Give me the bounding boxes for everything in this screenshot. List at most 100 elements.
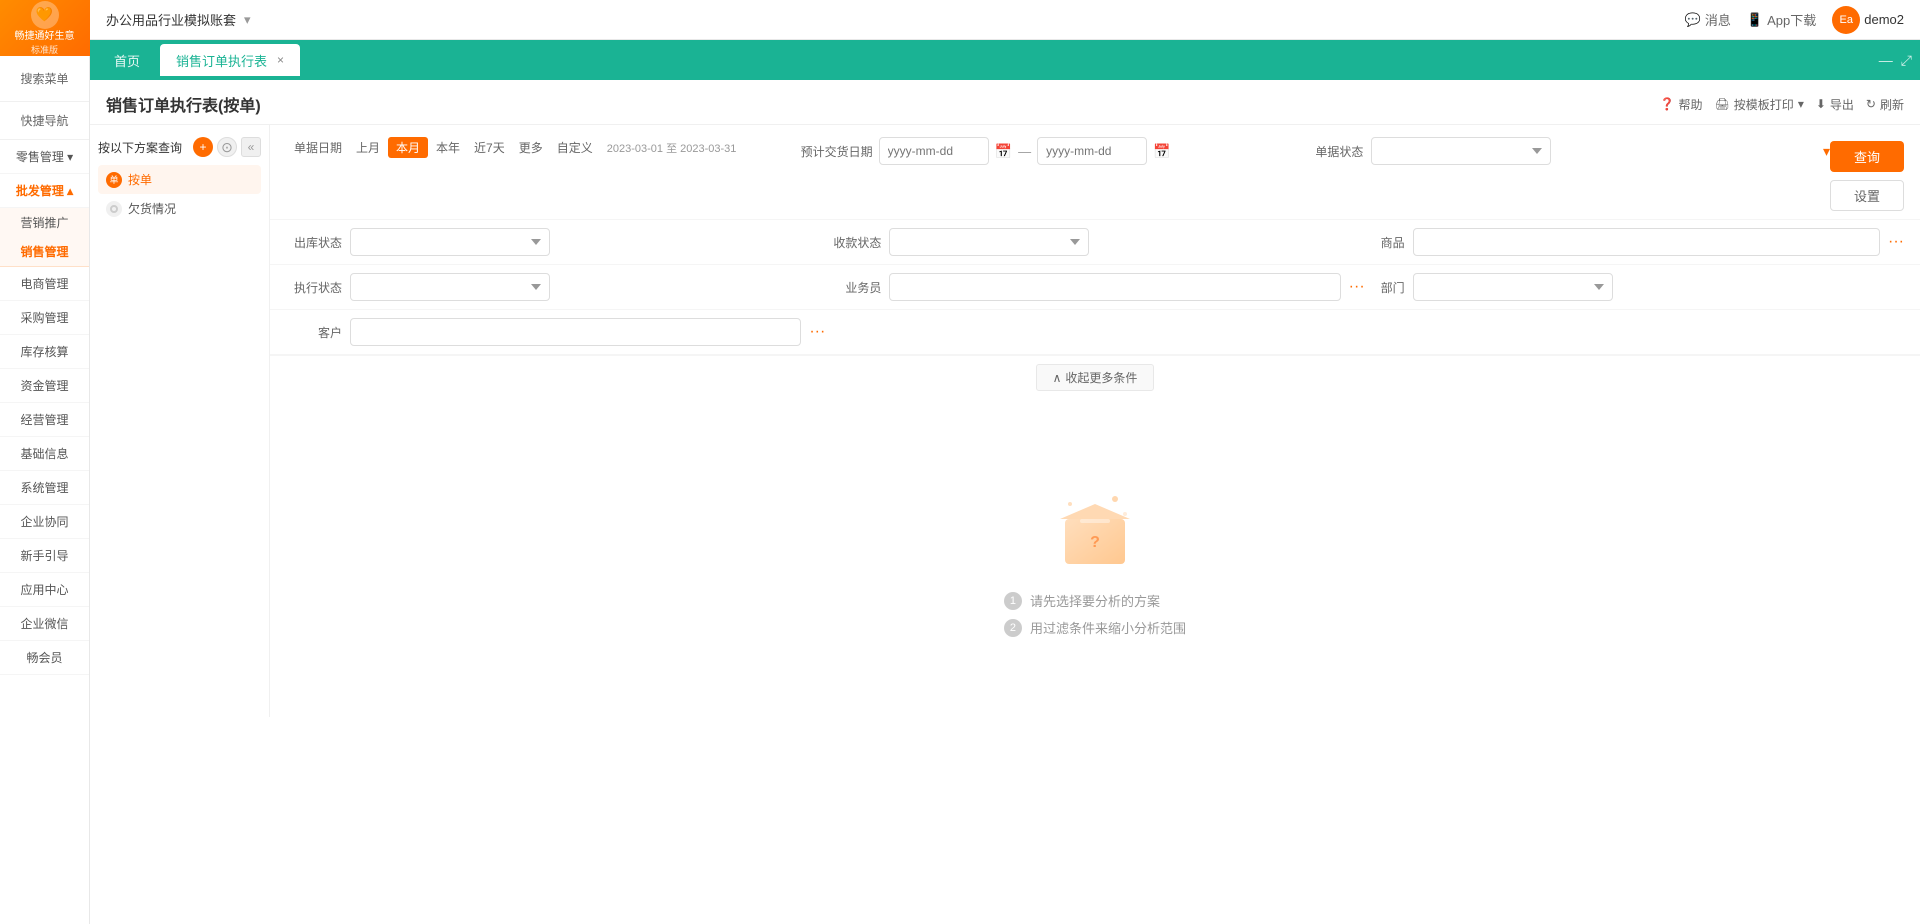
sidebar-item-finance[interactable]: 资金管理	[0, 369, 89, 403]
tab-home[interactable]: 首页	[98, 44, 156, 76]
collapse-sidebar-btn[interactable]: «	[241, 137, 261, 157]
date-quick-buttons: 上月 本月 本年 近7天 更多 自定义	[350, 137, 599, 158]
collapse-more-btn[interactable]: ∧ 收起更多条件	[1036, 364, 1155, 391]
query-btn[interactable]: 查询	[1830, 141, 1904, 172]
plan-item-by-order[interactable]: 单 按单	[98, 165, 261, 194]
topbar-message-btn[interactable]: 💬 消息	[1685, 10, 1731, 29]
topbar-left: 办公用品行业模拟账套 ▾	[106, 10, 251, 29]
sidebar-item-appcenter[interactable]: 应用中心	[0, 573, 89, 607]
print-icon: 🖨	[1715, 97, 1730, 111]
filter-row-1: 单据日期 上月 本月 本年 近7天 更多 自定义 2023-03-01 至 20…	[270, 125, 1920, 220]
topbar-appdownload-btn[interactable]: 📱 App下载	[1747, 10, 1816, 29]
last7days-btn[interactable]: 近7天	[468, 137, 511, 158]
plan-item-shortage[interactable]: 欠货情况	[98, 194, 261, 223]
exec-status-select[interactable]	[350, 273, 550, 301]
export-btn[interactable]: ⬇ 导出	[1816, 96, 1854, 113]
sidebar-item-wechat[interactable]: 企业微信	[0, 607, 89, 641]
tip-num-2: 2	[1004, 619, 1022, 637]
help-btn[interactable]: ❓ 帮助	[1660, 96, 1703, 113]
sidebar-item-operations[interactable]: 经营管理	[0, 403, 89, 437]
out-status-select[interactable]	[350, 228, 550, 256]
tab-home-label: 首页	[114, 51, 140, 70]
help-icon: ❓	[1660, 97, 1675, 111]
current-month-btn[interactable]: 本月	[388, 137, 428, 158]
copy-plan-btn[interactable]: ⊙	[217, 137, 237, 157]
filter-sidebar-header: 按以下方案查询 + ⊙ «	[98, 137, 261, 157]
date-calendar-icon-1[interactable]: 📅	[995, 143, 1012, 160]
customer-input[interactable]	[350, 318, 801, 346]
sidebar-search-section: 搜索菜单	[0, 56, 89, 102]
doc-status-select[interactable]	[1371, 137, 1551, 165]
sidebar-item-basics[interactable]: 基础信息	[0, 437, 89, 471]
empty-state: ? 1 请先选择要分析的方案 2 用过滤条件来缩小分析范围	[270, 399, 1920, 717]
more-date-btn[interactable]: 更多	[513, 137, 549, 158]
settings-btn[interactable]: 设置	[1830, 180, 1904, 211]
goods-more-icon[interactable]: ···	[1888, 233, 1904, 251]
plan-label-shortage: 欠货情况	[128, 200, 176, 217]
user-avatar: Ea	[1832, 6, 1860, 34]
sidebar-item-retail[interactable]: 零售管理 ▾	[0, 140, 89, 174]
date-calendar-icon-2[interactable]: 📅	[1153, 143, 1170, 160]
filter-department-field: 部门	[1365, 273, 1904, 301]
expected-date-start-input[interactable]	[879, 137, 989, 165]
export-icon: ⬇	[1816, 97, 1826, 111]
print-btn[interactable]: 🖨 按模板打印 ▾	[1715, 96, 1804, 113]
tab-sales-exec[interactable]: 销售订单执行表 ×	[160, 44, 300, 76]
empty-illustration: ?	[1045, 479, 1145, 579]
tab-minimize-btn[interactable]: —	[1879, 52, 1893, 68]
salesperson-input[interactable]	[889, 273, 1340, 301]
tab-maximize-btn[interactable]: ⤢	[1901, 52, 1912, 69]
sidebar-item-enterprise[interactable]: 企业协同	[0, 505, 89, 539]
sidebar-item-inventory[interactable]: 库存核算	[0, 335, 89, 369]
current-year-btn[interactable]: 本年	[430, 137, 466, 158]
app-logo[interactable]: 🧡 畅捷通好生意 标准版	[0, 0, 90, 56]
refresh-icon: ↻	[1866, 97, 1876, 111]
sidebar-quicknav-label[interactable]: 快捷导航	[0, 106, 89, 135]
goods-input[interactable]	[1413, 228, 1880, 256]
page-actions: ❓ 帮助 🖨 按模板打印 ▾ ⬇ 导出 ↻ 刷新	[1660, 96, 1904, 113]
tab-close-icon[interactable]: ×	[277, 53, 284, 67]
expected-date-end-input[interactable]	[1037, 137, 1147, 165]
last-month-btn[interactable]: 上月	[350, 137, 386, 158]
filter-row-2: 出库状态 收款状态	[270, 220, 1920, 265]
topbar-user[interactable]: Ea demo2	[1832, 6, 1904, 34]
filter-execstatus-field: 执行状态	[286, 273, 825, 301]
sidebar-item-sales[interactable]: 销售管理	[0, 237, 89, 266]
filter-collapse-row: ∧ 收起更多条件	[270, 355, 1920, 399]
sidebar-item-ecommerce[interactable]: 电商管理	[0, 267, 89, 301]
sidebar-wholesale-submenu: 营销推广 销售管理	[0, 208, 89, 267]
print-dropdown-icon[interactable]: ▾	[1798, 97, 1804, 111]
filter-row-3: 执行状态 业务员 ··· 部门	[270, 265, 1920, 310]
add-plan-btn[interactable]: +	[193, 137, 213, 157]
collapse-icon: ∧	[1053, 371, 1062, 385]
sidebar-item-marketing[interactable]: 营销推广	[0, 208, 89, 237]
sidebar-item-member[interactable]: 畅会员	[0, 641, 89, 675]
doc-status-dropdown-icon[interactable]: ▾	[1823, 143, 1830, 160]
refresh-btn[interactable]: ↻ 刷新	[1866, 96, 1904, 113]
logo-icon: 🧡	[31, 1, 59, 29]
message-icon: 💬	[1685, 12, 1701, 28]
topbar-breadcrumb[interactable]: 办公用品行业模拟账套	[106, 10, 236, 29]
department-label: 部门	[1365, 279, 1405, 296]
sidebar-search-label[interactable]: 搜索菜单	[0, 64, 89, 93]
exec-status-label: 执行状态	[286, 279, 342, 296]
salesperson-label: 业务员	[825, 279, 881, 296]
filter-expected-date-field: 预计交货日期 📅 — 📅	[801, 137, 1316, 165]
svg-text:?: ?	[1090, 534, 1100, 551]
sidebar-item-newbie[interactable]: 新手引导	[0, 539, 89, 573]
filter-date-field: 单据日期 上月 本月 本年 近7天 更多 自定义 2023-03-01 至 20…	[286, 137, 801, 158]
tip-text-2: 用过滤条件来缩小分析范围	[1030, 618, 1186, 637]
custom-date-btn[interactable]: 自定义	[551, 137, 599, 158]
salesperson-more-icon[interactable]: ···	[1349, 278, 1365, 296]
sidebar-item-purchase[interactable]: 采购管理	[0, 301, 89, 335]
sidebar-item-wholesale[interactable]: 批发管理 ▴	[0, 174, 89, 208]
date-sep: —	[1018, 144, 1031, 159]
exec-status-select-wrap	[350, 273, 825, 301]
department-select[interactable]	[1413, 273, 1613, 301]
topbar-breadcrumb-icon[interactable]: ▾	[244, 12, 251, 28]
sidebar-item-system[interactable]: 系统管理	[0, 471, 89, 505]
topbar-right: 💬 消息 📱 App下载 Ea demo2	[1685, 6, 1904, 34]
date-range-display: 2023-03-01 至 2023-03-31	[607, 140, 737, 156]
receipt-status-select[interactable]	[889, 228, 1089, 256]
customer-more-icon[interactable]: ···	[809, 323, 825, 341]
